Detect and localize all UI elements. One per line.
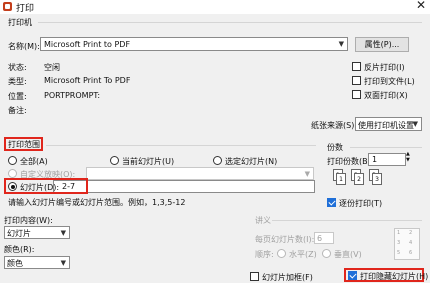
handout-cell-4: 4 (409, 240, 413, 246)
chevron-down-icon: ▼ (60, 229, 66, 237)
page-icon-6: 3 (372, 173, 382, 185)
printer-name-label: 名称(M): (8, 42, 40, 51)
copies-count-input[interactable]: 1 (368, 153, 406, 166)
duplex-checkbox[interactable] (352, 90, 361, 99)
collate-checkbox[interactable] (327, 198, 336, 207)
print-to-file-label: 打印到文件(L) (364, 77, 415, 86)
print-what-value: 幻灯片 (7, 229, 31, 238)
copies-section-label: 份数 (327, 143, 343, 152)
chevron-down-icon: ▼ (412, 120, 418, 128)
page-icon-4: 2 (354, 173, 364, 185)
print-to-file-checkbox[interactable] (352, 76, 361, 85)
chevron-down-icon: ▼ (304, 170, 310, 178)
status-value: 空闲 (44, 63, 60, 72)
range-current-radio[interactable] (110, 156, 119, 165)
range-hint: 请输入幻灯片编号或幻灯片范围。例如，1,3,5-12 (8, 198, 186, 207)
range-slides-label: 幻灯片(D): (20, 183, 60, 192)
reverse-print-checkbox[interactable] (352, 62, 361, 71)
printer-name-select[interactable]: Microsoft Print to PDF ▼ (40, 37, 348, 51)
range-divider (46, 145, 316, 146)
app-icon (3, 2, 12, 11)
spinner-arrows-icon[interactable]: ▲ ▼ (406, 151, 410, 163)
order-horizontal-label: 水平(Z) (289, 250, 317, 259)
chevron-down-icon: ▼ (60, 259, 66, 267)
order-horizontal-radio[interactable] (277, 249, 286, 258)
range-all-radio[interactable] (8, 156, 17, 165)
paper-source-value: 使用打印机设置 (358, 121, 414, 130)
order-label: 顺序: (255, 250, 274, 259)
range-section-label: 打印范围 (8, 140, 40, 149)
per-page-value: 6 (317, 234, 323, 243)
frame-slides-label: 幻灯片加框(F) (262, 273, 313, 282)
per-page-select[interactable]: 6 (314, 232, 334, 244)
range-current-label: 当前幻灯片(U) (122, 157, 175, 166)
paper-source-label: 纸张来源(S): (311, 121, 358, 130)
slides-range-input[interactable] (53, 180, 315, 193)
comment-label: 备注: (8, 106, 27, 115)
print-what-label: 打印内容(W): (4, 216, 53, 225)
page-icon-2: 1 (336, 173, 346, 185)
range-all-label: 全部(A) (20, 157, 48, 166)
print-what-select[interactable]: 幻灯片 ▼ (4, 226, 70, 239)
handouts-section-label: 讲义 (255, 216, 271, 225)
close-icon[interactable]: ✕ (416, 0, 426, 12)
type-label: 类型: (8, 77, 27, 86)
per-page-label: 每页幻灯片数(I): (255, 235, 315, 244)
print-hidden-label: 打印隐藏幻灯片(H) (360, 272, 429, 281)
color-select[interactable]: 颜色 ▼ (4, 256, 70, 269)
title-bar: 打印 ✕ (0, 0, 430, 14)
slides-range-value: 2-7 (62, 182, 76, 191)
handout-cell-1: 1 (397, 230, 401, 236)
handout-preview: 1 2 3 4 5 6 (394, 228, 420, 260)
range-slides-radio[interactable] (8, 182, 17, 191)
properties-button[interactable]: 属性(P)... (355, 37, 409, 52)
order-vertical-radio[interactable] (322, 249, 331, 258)
printer-section-label: 打印机 (8, 18, 32, 27)
handout-cell-6: 6 (409, 250, 413, 256)
collate-label: 逐份打印(T) (339, 199, 383, 208)
custom-show-select[interactable]: ▼ (86, 167, 314, 180)
order-vertical-label: 垂直(V) (334, 250, 362, 259)
copies-count-label: 打印份数(B): (327, 157, 374, 166)
paper-source-select[interactable]: 使用打印机设置 ▼ (355, 117, 422, 131)
duplex-label: 双面打印(X) (364, 91, 408, 100)
handouts-divider (272, 220, 422, 221)
color-value: 颜色 (7, 259, 23, 268)
chevron-down-icon: ▼ (338, 40, 344, 48)
range-custom-radio[interactable] (8, 169, 17, 178)
location-label: 位置: (8, 92, 27, 101)
range-selected-label: 选定幻灯片(N) (225, 157, 278, 166)
frame-slides-checkbox[interactable] (250, 272, 259, 281)
color-label: 颜色(R): (4, 245, 35, 254)
copies-count-value: 1 (372, 155, 378, 164)
reverse-print-label: 反片打印(I) (364, 63, 405, 72)
window-title: 打印 (16, 4, 35, 14)
handout-cell-5: 5 (397, 250, 401, 256)
printer-divider (38, 22, 422, 23)
type-value: Microsoft Print To PDF (44, 76, 131, 85)
handout-cell-3: 3 (397, 240, 401, 246)
handout-cell-2: 2 (409, 230, 413, 236)
status-label: 状态: (8, 63, 27, 72)
range-selected-radio[interactable] (213, 156, 222, 165)
printer-name-value: Microsoft Print to PDF (44, 40, 131, 49)
copies-divider (350, 147, 422, 148)
location-value: PORTPROMPT: (44, 91, 101, 100)
